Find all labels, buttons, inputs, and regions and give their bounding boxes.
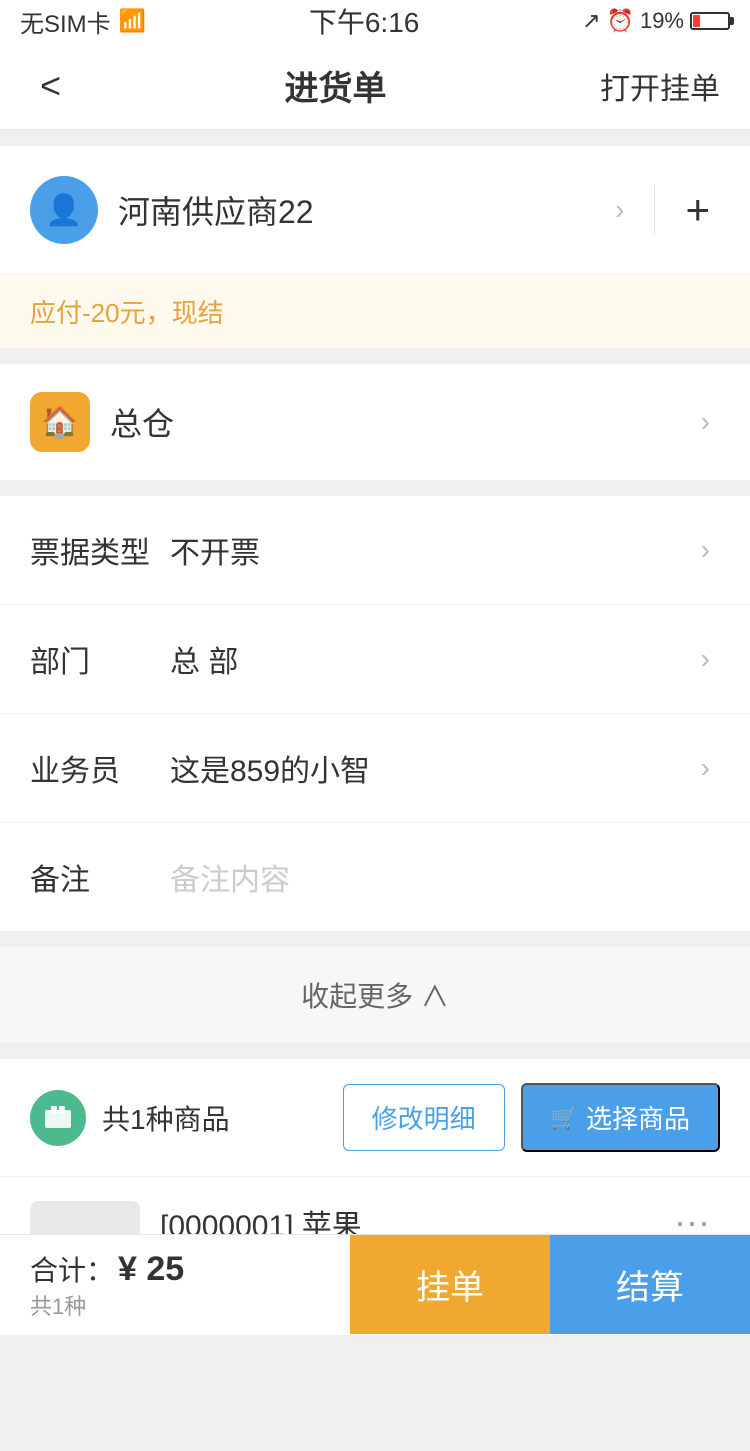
- remark-label: 备注: [30, 855, 150, 899]
- salesperson-label: 业务员: [30, 746, 150, 790]
- total-label: 合计：: [30, 1249, 114, 1289]
- warehouse-chevron-icon: ›: [701, 406, 710, 438]
- status-right: ↗ ⏰ 19%: [582, 8, 730, 34]
- supplier-row[interactable]: 👤 河南供应商22 › +: [0, 146, 750, 275]
- battery-percent: 19%: [640, 8, 684, 34]
- warehouse-card: 🏠 总仓 ›: [0, 364, 750, 480]
- page-title: 进货单: [285, 61, 387, 110]
- ticket-chevron-icon: ›: [701, 534, 710, 566]
- total-amount: ¥ 25: [118, 1250, 184, 1289]
- divider: [654, 185, 655, 235]
- remark-row[interactable]: 备注 备注内容: [0, 823, 750, 931]
- notice-bar: 应付-20元，现结: [0, 275, 750, 348]
- open-hang-button[interactable]: 打开挂单: [600, 64, 720, 108]
- supplier-name: 河南供应商22: [118, 187, 615, 233]
- supplier-card: 👤 河南供应商22 › + 应付-20元，现结: [0, 146, 750, 348]
- status-left: 无SIM卡 📶: [20, 4, 146, 39]
- collapse-toggle-button[interactable]: 收起更多 ∧: [0, 947, 750, 1043]
- salesperson-row[interactable]: 业务员 这是859的小智 ›: [0, 714, 750, 823]
- warehouse-row[interactable]: 🏠 总仓 ›: [0, 364, 750, 480]
- salesperson-chevron-icon: ›: [701, 752, 710, 784]
- notice-text: 应付-20元，现结: [30, 298, 224, 328]
- total-section: 合计： ¥ 25 共1种: [0, 1235, 350, 1334]
- total-count: 共1种: [30, 1289, 320, 1321]
- warehouse-icon: 🏠: [30, 392, 90, 452]
- product-header: 共1种商品 修改明细 🛒 选择商品: [0, 1059, 750, 1177]
- carrier-label: 无SIM卡: [20, 4, 111, 39]
- nav-bar: < 进货单 打开挂单: [0, 42, 750, 130]
- collapse-toggle-label: 收起更多 ∧: [301, 981, 449, 1012]
- wifi-icon: 📶: [119, 8, 146, 34]
- supplier-avatar: 👤: [30, 176, 98, 244]
- department-chevron-icon: ›: [701, 643, 710, 675]
- product-count-text: 共1种商品: [102, 1098, 343, 1138]
- salesperson-value: 这是859的小智: [150, 746, 701, 790]
- cart-icon: 🛒: [551, 1105, 578, 1131]
- checkout-button[interactable]: 结算: [550, 1235, 750, 1334]
- product-count-icon: [30, 1090, 86, 1146]
- remark-input[interactable]: 备注内容: [150, 855, 720, 899]
- add-supplier-button[interactable]: +: [675, 186, 720, 234]
- back-button[interactable]: <: [30, 55, 71, 117]
- department-value: 总 部: [150, 637, 701, 681]
- battery-icon: [690, 12, 730, 30]
- select-product-button[interactable]: 🛒 选择商品: [521, 1083, 720, 1152]
- department-label: 部门: [30, 637, 150, 681]
- status-time: 下午6:16: [309, 1, 420, 41]
- location-icon: ↗: [582, 8, 600, 34]
- status-bar: 无SIM卡 📶 下午6:16 ↗ ⏰ 19%: [0, 0, 750, 42]
- supplier-chevron-icon: ›: [615, 194, 624, 226]
- ticket-type-label: 票据类型: [30, 528, 150, 572]
- ticket-type-value: 不开票: [150, 528, 701, 572]
- warehouse-name: 总仓: [110, 399, 701, 445]
- edit-detail-button[interactable]: 修改明细: [343, 1084, 505, 1151]
- form-card: 票据类型 不开票 › 部门 总 部 › 业务员 这是859的小智 › 备注 备注…: [0, 496, 750, 931]
- bottom-bar: 合计： ¥ 25 共1种 挂单 结算: [0, 1234, 750, 1334]
- department-row[interactable]: 部门 总 部 ›: [0, 605, 750, 714]
- alarm-icon: ⏰: [607, 8, 634, 34]
- hang-button[interactable]: 挂单: [350, 1235, 550, 1334]
- ticket-type-row[interactable]: 票据类型 不开票 ›: [0, 496, 750, 605]
